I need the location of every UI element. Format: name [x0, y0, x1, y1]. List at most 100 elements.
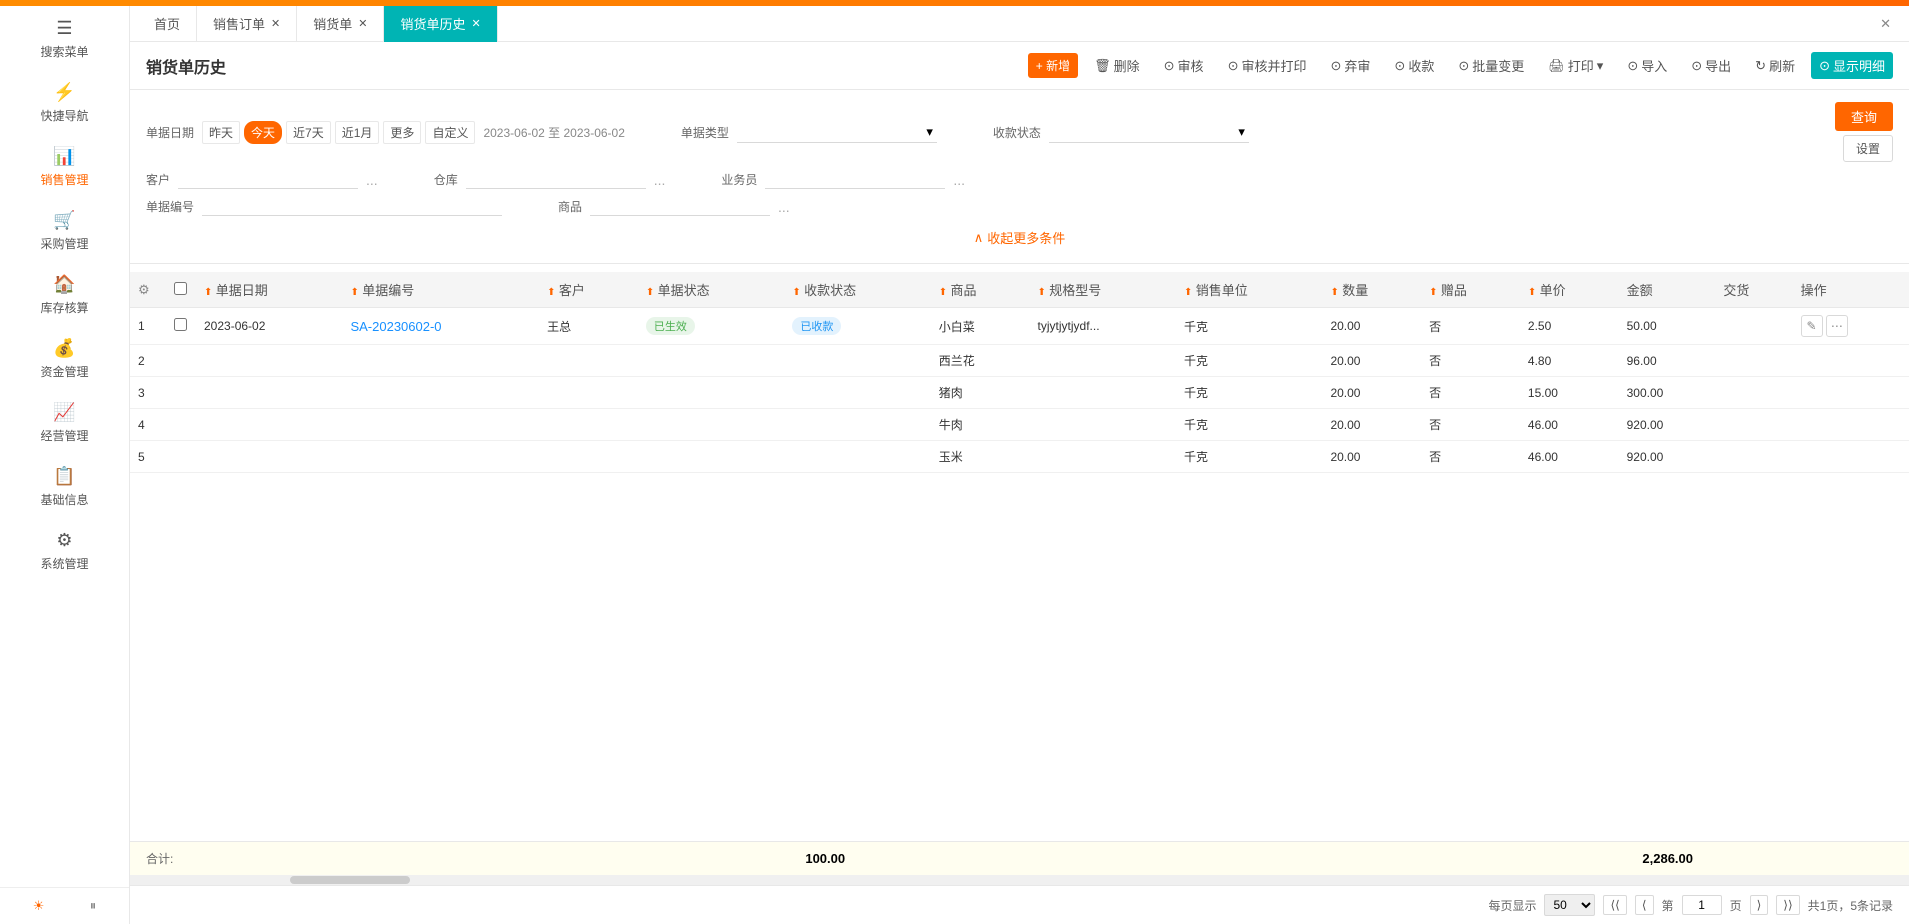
customer-input[interactable]: [178, 170, 358, 189]
tab-close-sales-history[interactable]: ✕: [472, 17, 481, 30]
date-btn-yesterday[interactable]: 昨天: [202, 121, 240, 144]
sidebar-item-purchase[interactable]: 🛒 采购管理: [0, 198, 129, 262]
toolbar: + 新增 🗑 删除 ⊙ 审核 ⊙ 审核并打印 ⊙ 弃: [1028, 52, 1893, 79]
cell-checkbox: [166, 345, 196, 377]
goods-input[interactable]: [590, 197, 770, 216]
edit-action-button[interactable]: ✎: [1801, 315, 1823, 337]
sidebar-item-finance[interactable]: 💰 资金管理: [0, 326, 129, 390]
docno-input[interactable]: [202, 197, 502, 216]
delete-button[interactable]: 🗑 删除: [1086, 52, 1148, 79]
tab-sales-goods[interactable]: 销货单 ✕: [297, 6, 384, 42]
sidebar-item-quicknav[interactable]: ⚡ 快捷导航: [0, 70, 129, 134]
filter-warehouse: 仓库 ...: [434, 170, 666, 189]
more-action-button[interactable]: ⋯: [1826, 315, 1848, 337]
warehouse-ellipsis[interactable]: ...: [654, 172, 666, 188]
scrollbar-thumb[interactable]: [290, 876, 410, 884]
col-gift[interactable]: ⬆ 赠品: [1421, 272, 1520, 308]
col-spec-type[interactable]: ⬆ 规格型号: [1030, 272, 1176, 308]
col-customer[interactable]: ⬆ 客户: [539, 272, 638, 308]
cell-doc-date: [196, 409, 342, 441]
page-input[interactable]: [1682, 895, 1722, 915]
per-page-select[interactable]: 50 100 200: [1544, 894, 1595, 916]
col-sales-unit[interactable]: ⬆ 销售单位: [1176, 272, 1322, 308]
table-row: 1 2023-06-02 SA-20230602-0 王总 已生效 已收款 小白…: [130, 308, 1909, 345]
sort-icon-price: ⬆: [1528, 287, 1536, 298]
filter-row-2: 客户 ... 仓库 ... 业务员 ...: [146, 170, 1893, 189]
tab-home[interactable]: 首页: [138, 6, 197, 42]
refresh-button[interactable]: ↻ 刷新: [1747, 52, 1803, 79]
sidebar-item-search[interactable]: ☰ 搜索菜单: [0, 6, 129, 70]
print-button[interactable]: 🖨 打印 ▾: [1540, 52, 1611, 79]
filter-row-3: 单据编号 商品 ...: [146, 197, 1893, 216]
col-payment-status[interactable]: ⬆ 收款状态: [784, 272, 930, 308]
cell-customer: [539, 409, 638, 441]
col-quantity[interactable]: ⬆ 数量: [1322, 272, 1421, 308]
settings-icon[interactable]: ⚙: [138, 282, 150, 297]
sidebar-footer-icon1[interactable]: ☀: [33, 898, 45, 914]
show-detail-button[interactable]: ⊙ 显示明细: [1811, 52, 1893, 79]
date-btn-today[interactable]: 今天: [244, 121, 282, 144]
col-doc-no[interactable]: ⬆ 单据编号: [342, 272, 539, 308]
warehouse-label: 仓库: [434, 171, 458, 188]
col-goods[interactable]: ⬆ 商品: [931, 272, 1030, 308]
sidebar-item-operations[interactable]: 📈 经营管理: [0, 390, 129, 454]
sidebar-item-system[interactable]: ⚙ 系统管理: [0, 518, 129, 582]
cell-gift: 否: [1421, 308, 1520, 345]
page-area: 销货单历史 + 新增 🗑 删除 ⊙ 审核 ⊙ 审核并打印: [130, 42, 1909, 924]
tab-close-sales-order[interactable]: ✕: [271, 17, 280, 30]
tab-close-sales-goods[interactable]: ✕: [358, 17, 367, 30]
receive-button[interactable]: ⊙ 收款: [1386, 52, 1442, 79]
goods-ellipsis[interactable]: ...: [778, 199, 790, 215]
new-button[interactable]: + 新增: [1028, 53, 1078, 78]
next-page-button[interactable]: ⟩: [1750, 895, 1769, 915]
filter-payment-status: 收款状态 ▾: [993, 122, 1249, 143]
tab-close-all[interactable]: ✕: [1870, 16, 1901, 32]
warehouse-input[interactable]: [466, 170, 646, 189]
col-doc-status[interactable]: ⬆ 单据状态: [638, 272, 784, 308]
doc-no-link[interactable]: SA-20230602-0: [350, 319, 441, 334]
refresh-icon: ↻: [1755, 58, 1766, 74]
date-btn-7days[interactable]: 近7天: [286, 121, 331, 144]
date-btn-1month[interactable]: 近1月: [335, 121, 380, 144]
business-ellipsis[interactable]: ...: [953, 172, 965, 188]
cell-sales-unit: 千克: [1176, 308, 1322, 345]
cell-quantity: 20.00: [1322, 409, 1421, 441]
first-page-button[interactable]: ⟨⟨: [1603, 895, 1626, 915]
payment-status-select[interactable]: ▾: [1049, 122, 1249, 143]
cell-index: 3: [130, 377, 166, 409]
payment-status-dropdown-icon: ▾: [1238, 124, 1245, 140]
prev-page-button[interactable]: ⟨: [1635, 895, 1654, 915]
scrollbar-area[interactable]: [130, 875, 1909, 885]
col-unit-price[interactable]: ⬆ 单价: [1520, 272, 1619, 308]
last-page-button[interactable]: ⟩⟩: [1776, 895, 1799, 915]
collapse-button[interactable]: ∧ 收起更多条件: [146, 224, 1893, 251]
tab-sales-order[interactable]: 销售订单 ✕: [197, 6, 297, 42]
abandon-button[interactable]: ⊙ 弃审: [1322, 52, 1378, 79]
sidebar-item-sales[interactable]: 📊 销售管理: [0, 134, 129, 198]
docno-label: 单据编号: [146, 198, 194, 215]
query-button[interactable]: 查询: [1835, 102, 1893, 131]
sidebar-footer-icon2[interactable]: ⏸: [90, 898, 97, 914]
tab-sales-history[interactable]: 销货单历史 ✕: [384, 6, 497, 42]
business-input[interactable]: [765, 170, 945, 189]
filter-doctype: 单据类型 ▾: [681, 122, 937, 143]
doctype-select[interactable]: ▾: [737, 122, 937, 143]
sidebar-item-basicinfo[interactable]: 📋 基础信息: [0, 454, 129, 518]
col-doc-date[interactable]: ⬆ 单据日期: [196, 272, 342, 308]
setting-button[interactable]: 设置: [1843, 135, 1893, 162]
audit-print-button[interactable]: ⊙ 审核并打印: [1220, 52, 1315, 79]
sidebar-item-inventory[interactable]: 🏠 库存核算: [0, 262, 129, 326]
customer-ellipsis[interactable]: ...: [366, 172, 378, 188]
row-checkbox[interactable]: [174, 318, 187, 331]
operations-icon: 📈: [53, 402, 75, 423]
export-button[interactable]: ⊙ 导出: [1683, 52, 1739, 79]
batch-change-button[interactable]: ⊙ 批量变更: [1450, 52, 1532, 79]
date-btn-more[interactable]: 更多: [383, 121, 421, 144]
import-button[interactable]: ⊙ 导入: [1619, 52, 1675, 79]
select-all-checkbox[interactable]: [174, 282, 187, 295]
audit-button[interactable]: ⊙ 审核: [1156, 52, 1212, 79]
sidebar: ☰ 搜索菜单 ⚡ 快捷导航 📊 销售管理 🛒 采购管理 🏠 库存核算 💰 资金管…: [0, 6, 130, 924]
col-settings[interactable]: ⚙: [130, 272, 166, 308]
date-btn-custom[interactable]: 自定义: [425, 121, 475, 144]
quicknav-icon: ⚡: [53, 82, 75, 103]
